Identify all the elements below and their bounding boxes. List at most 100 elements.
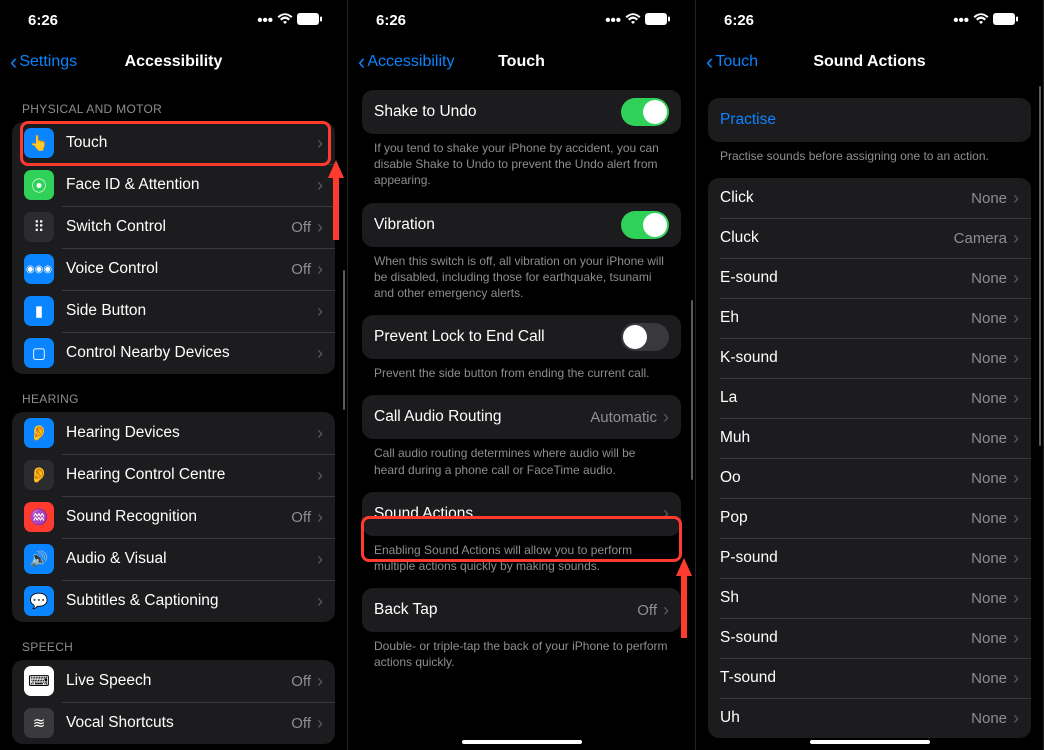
toggle-switch[interactable] bbox=[621, 323, 669, 351]
touch-setting-row[interactable]: Sound Actions› bbox=[362, 492, 681, 536]
sound-value: None bbox=[971, 430, 1007, 447]
sound-row[interactable]: S-soundNone› bbox=[708, 618, 1031, 658]
sound-label: S-sound bbox=[720, 629, 971, 647]
physical-item-label: Control Nearby Devices bbox=[66, 344, 317, 362]
sound-value: None bbox=[971, 190, 1007, 207]
physical-item-label: Switch Control bbox=[66, 218, 291, 236]
scrollbar[interactable] bbox=[1039, 86, 1042, 446]
practise-row[interactable]: Practise bbox=[708, 98, 1031, 142]
sound-value: None bbox=[971, 390, 1007, 407]
speech-item-label: Vocal Shortcuts bbox=[66, 714, 291, 732]
speech-item-label: Live Speech bbox=[66, 672, 291, 690]
speech-item-value: Off bbox=[291, 715, 311, 732]
home-indicator[interactable] bbox=[462, 740, 582, 744]
physical-item-label: Voice Control bbox=[66, 260, 291, 278]
chevron-right-icon: › bbox=[1013, 188, 1019, 209]
status-icons: ••• bbox=[257, 12, 323, 29]
status-time: 6:26 bbox=[28, 12, 58, 29]
sound-value: None bbox=[971, 510, 1007, 527]
wifi-icon bbox=[625, 12, 641, 29]
back-label: Touch bbox=[715, 53, 758, 71]
sound-row[interactable]: LaNone› bbox=[708, 378, 1031, 418]
toggle-switch[interactable] bbox=[621, 211, 669, 239]
status-time: 6:26 bbox=[724, 12, 754, 29]
back-button[interactable]: ‹ Touch bbox=[706, 51, 758, 73]
physical-item-row[interactable]: ⠿Switch ControlOff› bbox=[12, 206, 335, 248]
speech-item-value: Off bbox=[291, 673, 311, 690]
sound-row[interactable]: ShNone› bbox=[708, 578, 1031, 618]
physical-item-row[interactable]: 👆Touch› bbox=[12, 122, 335, 164]
sound-row[interactable]: OoNone› bbox=[708, 458, 1031, 498]
hearing-item-icon: 🔊 bbox=[24, 544, 54, 574]
touch-setting-row[interactable]: Prevent Lock to End Call bbox=[362, 315, 681, 359]
chevron-right-icon: › bbox=[1013, 668, 1019, 689]
chevron-right-icon: › bbox=[1013, 268, 1019, 289]
touch-setting-row[interactable]: Vibration bbox=[362, 203, 681, 247]
home-indicator[interactable] bbox=[810, 740, 930, 744]
hearing-item-row[interactable]: 🔊Audio & Visual› bbox=[12, 538, 335, 580]
physical-item-row[interactable]: ⦿Face ID & Attention› bbox=[12, 164, 335, 206]
setting-label: Shake to Undo bbox=[374, 103, 621, 121]
setting-label: Vibration bbox=[374, 216, 621, 234]
setting-footer: Enabling Sound Actions will allow you to… bbox=[362, 536, 681, 588]
setting-label: Sound Actions bbox=[374, 505, 663, 523]
hearing-item-row[interactable]: 💬Subtitles & Captioning› bbox=[12, 580, 335, 622]
chevron-right-icon: › bbox=[317, 713, 323, 734]
sound-row[interactable]: PopNone› bbox=[708, 498, 1031, 538]
chevron-right-icon: › bbox=[317, 259, 323, 280]
wifi-icon bbox=[277, 12, 293, 29]
sound-row[interactable]: T-soundNone› bbox=[708, 658, 1031, 698]
scrollbar[interactable] bbox=[691, 300, 694, 480]
sound-value: None bbox=[971, 310, 1007, 327]
physical-item-row[interactable]: ▢Control Nearby Devices› bbox=[12, 332, 335, 374]
hearing-item-row[interactable]: 👂Hearing Devices› bbox=[12, 412, 335, 454]
hearing-item-label: Subtitles & Captioning bbox=[66, 592, 317, 610]
hearing-item-icon: 👂 bbox=[24, 418, 54, 448]
sound-row[interactable]: ClickNone› bbox=[708, 178, 1031, 218]
chevron-right-icon: › bbox=[1013, 588, 1019, 609]
chevron-right-icon: › bbox=[317, 671, 323, 692]
touch-setting-row[interactable]: Call Audio RoutingAutomatic› bbox=[362, 395, 681, 439]
sound-row[interactable]: UhNone› bbox=[708, 698, 1031, 738]
sound-row[interactable]: EhNone› bbox=[708, 298, 1031, 338]
chevron-right-icon: › bbox=[317, 507, 323, 528]
cell-icon: ••• bbox=[605, 12, 621, 29]
sound-row[interactable]: E-soundNone› bbox=[708, 258, 1031, 298]
sound-value: None bbox=[971, 590, 1007, 607]
scrollbar[interactable] bbox=[343, 270, 346, 410]
physical-item-row[interactable]: ▮Side Button› bbox=[12, 290, 335, 332]
sound-row[interactable]: CluckCamera› bbox=[708, 218, 1031, 258]
sound-value: None bbox=[971, 550, 1007, 567]
hearing-item-label: Hearing Devices bbox=[66, 424, 317, 442]
speech-item-icon: ≋ bbox=[24, 708, 54, 738]
hearing-item-row[interactable]: ♒Sound RecognitionOff› bbox=[12, 496, 335, 538]
toggle-switch[interactable] bbox=[621, 98, 669, 126]
hearing-item-row[interactable]: 👂Hearing Control Centre› bbox=[12, 454, 335, 496]
sound-row[interactable]: MuhNone› bbox=[708, 418, 1031, 458]
status-bar: 6:26 ••• bbox=[696, 0, 1043, 40]
practise-label: Practise bbox=[720, 111, 1019, 129]
chevron-right-icon: › bbox=[317, 549, 323, 570]
practise-footer: Practise sounds before assigning one to … bbox=[708, 142, 1031, 178]
section-header-speech: SPEECH bbox=[12, 622, 335, 660]
physical-item-label: Touch bbox=[66, 134, 317, 152]
touch-setting-row[interactable]: Shake to Undo bbox=[362, 90, 681, 134]
speech-item-row[interactable]: ≋ Vocal ShortcutsOff › bbox=[12, 702, 335, 744]
speech-item-row[interactable]: ⌨Live SpeechOff› bbox=[12, 660, 335, 702]
chevron-left-icon: ‹ bbox=[706, 51, 713, 73]
wifi-icon bbox=[973, 12, 989, 29]
touch-setting-row[interactable]: Back TapOff› bbox=[362, 588, 681, 632]
back-button[interactable]: ‹ Settings bbox=[10, 51, 77, 73]
setting-value: Off bbox=[637, 602, 657, 619]
sound-label: K-sound bbox=[720, 349, 971, 367]
chevron-right-icon: › bbox=[317, 175, 323, 196]
sound-value: None bbox=[971, 470, 1007, 487]
physical-item-row[interactable]: ◉◉◉Voice ControlOff› bbox=[12, 248, 335, 290]
physical-item-value: Off bbox=[291, 261, 311, 278]
sound-row[interactable]: P-soundNone› bbox=[708, 538, 1031, 578]
sound-row[interactable]: K-soundNone› bbox=[708, 338, 1031, 378]
cell-icon: ••• bbox=[953, 12, 969, 29]
back-button[interactable]: ‹ Accessibility bbox=[358, 51, 454, 73]
chevron-right-icon: › bbox=[663, 600, 669, 621]
back-label: Accessibility bbox=[367, 53, 454, 71]
